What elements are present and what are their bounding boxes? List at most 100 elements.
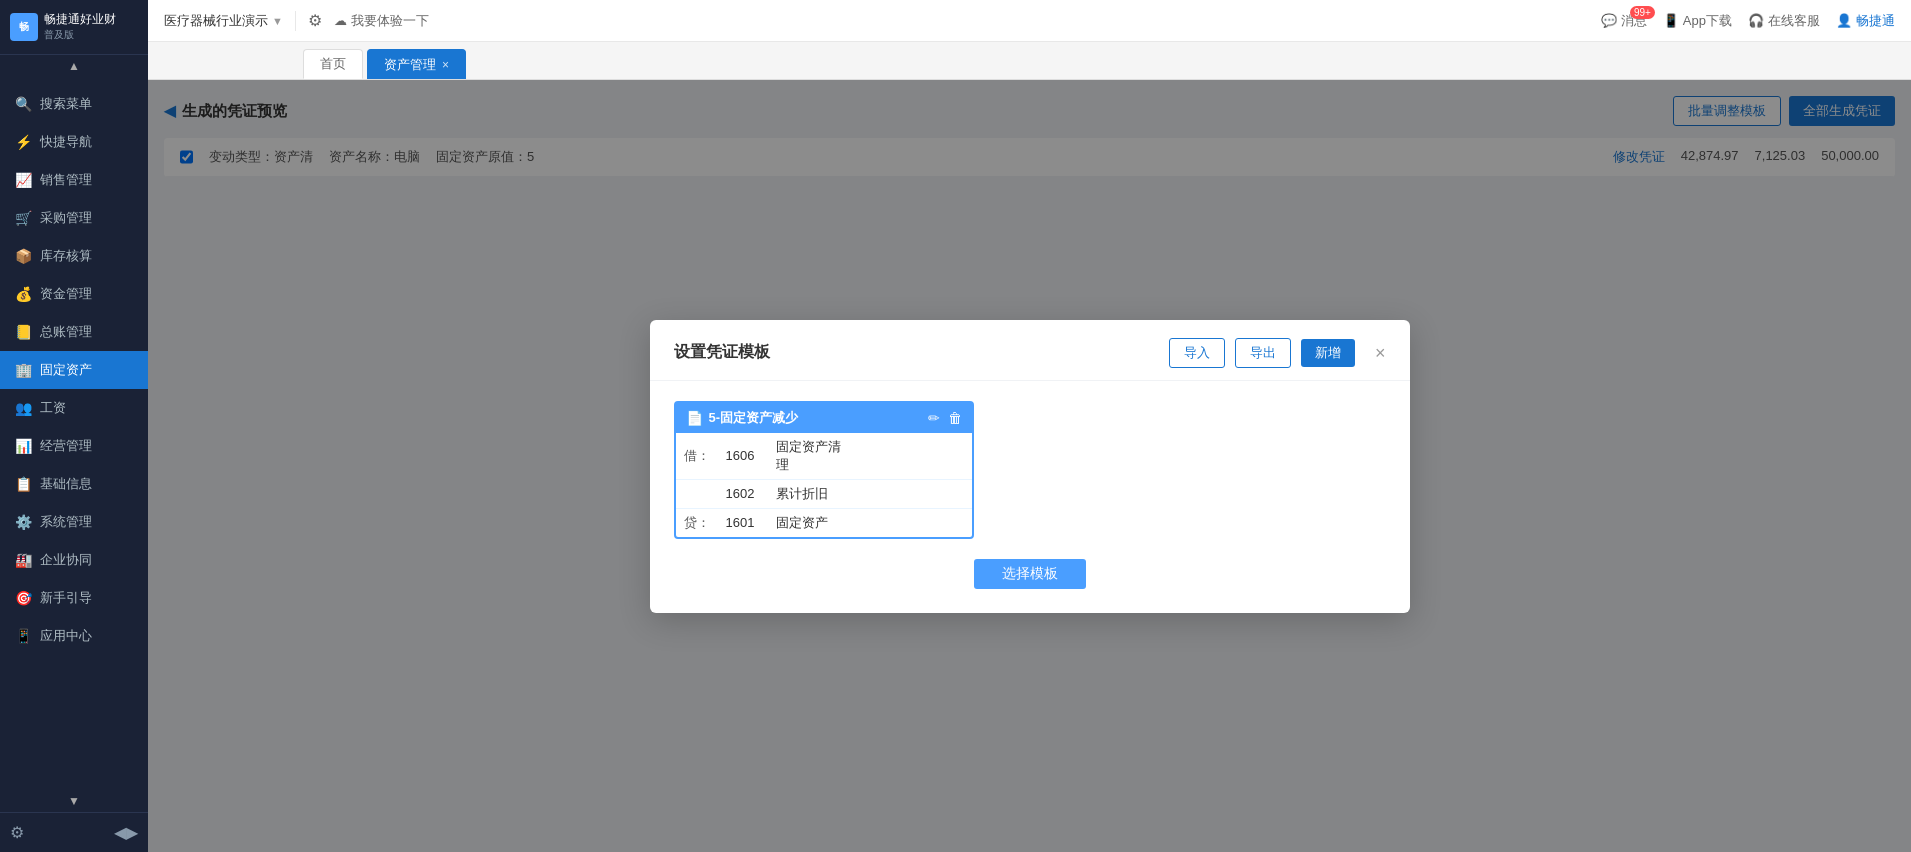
topbar-divider (295, 11, 296, 31)
select-template-btn[interactable]: 选择模板 (974, 559, 1086, 589)
main-area: 医疗器械行业演示 ▼ ⚙ ☁ 我要体验一下 💬 消息 99+ 📱 App下载 (148, 0, 1911, 852)
sidebar-item-sys-mgmt[interactable]: ⚙️ 系统管理 (0, 503, 148, 541)
sidebar-item-enterprise[interactable]: 🏭 企业协同 (0, 541, 148, 579)
template-card: 📄 5-固定资产减少 ✏ 🗑 借： 1606 固定资产清理 (674, 401, 974, 539)
template-entry-row: 1602 累计折旧 (676, 479, 972, 508)
topbar-app-download[interactable]: 📱 App下载 (1663, 12, 1732, 30)
nav-label-sys-mgmt: 系统管理 (40, 513, 92, 531)
sidebar-item-inventory[interactable]: 📦 库存核算 (0, 237, 148, 275)
template-entries-table: 借： 1606 固定资产清理 1602 累计折旧 贷： 1601 固定资产 (676, 433, 972, 537)
sidebar-header: 畅 畅捷通好业财 普及版 (0, 0, 148, 55)
entry-code: 1601 (718, 508, 768, 537)
sidebar-item-app-center[interactable]: 📱 应用中心 (0, 617, 148, 655)
nav-icon-app-center: 📱 (14, 627, 32, 645)
nav-icon-operations: 📊 (14, 437, 32, 455)
nav-icon-sales: 📈 (14, 171, 32, 189)
template-delete-icon[interactable]: 🗑 (948, 410, 962, 426)
modal-close-btn[interactable]: × (1375, 344, 1386, 362)
topbar-support-icon: 🎧 (1748, 13, 1764, 28)
sidebar-item-sales[interactable]: 📈 销售管理 (0, 161, 148, 199)
topbar-messages-icon: 💬 (1601, 13, 1617, 28)
nav-label-payroll: 工资 (40, 399, 66, 417)
tab-close-icon[interactable]: × (442, 58, 449, 72)
template-card-title: 📄 5-固定资产减少 (686, 409, 799, 427)
nav-label-search: 搜索菜单 (40, 95, 92, 113)
topbar-experience[interactable]: ☁ 我要体验一下 (334, 12, 429, 30)
nav-label-operations: 经营管理 (40, 437, 92, 455)
entry-amount2 (912, 508, 972, 537)
nav-label-enterprise: 企业协同 (40, 551, 92, 569)
modal-header-actions: 导入 导出 新增 × (1169, 338, 1386, 368)
sidebar-item-fixed-assets[interactable]: 🏢 固定资产 (0, 351, 148, 389)
sidebar-logo: 畅 (10, 13, 38, 41)
sidebar-item-operations[interactable]: 📊 经营管理 (0, 427, 148, 465)
nav-label-ledger: 总账管理 (40, 323, 92, 341)
entry-amount (852, 479, 912, 508)
tab-home[interactable]: 首页 (303, 49, 363, 79)
sidebar-item-search[interactable]: 🔍 搜索菜单 (0, 85, 148, 123)
modal-dialog: 设置凭证模板 导入 导出 新增 × 📄 (650, 320, 1410, 613)
sidebar-bottom: ⚙ ◀▶ (0, 812, 148, 852)
topbar-company[interactable]: 医疗器械行业演示 ▼ (164, 12, 283, 30)
sidebar: 畅 畅捷通好业财 普及版 ▲ 🔍 搜索菜单 ⚡ 快捷导航 📈 销售管理 🛒 采购… (0, 0, 148, 852)
modal-header: 设置凭证模板 导入 导出 新增 × (650, 320, 1410, 381)
nav-icon-payroll: 👥 (14, 399, 32, 417)
sidebar-item-base-info[interactable]: 📋 基础信息 (0, 465, 148, 503)
template-entry-row: 借： 1606 固定资产清理 (676, 433, 972, 480)
nav-label-guide: 新手引导 (40, 589, 92, 607)
nav-label-app-center: 应用中心 (40, 627, 92, 645)
nav-label-purchase: 采购管理 (40, 209, 92, 227)
export-btn[interactable]: 导出 (1235, 338, 1291, 368)
nav-icon-fund: 💰 (14, 285, 32, 303)
sidebar-settings-icon[interactable]: ⚙ (10, 823, 24, 842)
entry-code: 1602 (718, 479, 768, 508)
sidebar-item-quick-nav[interactable]: ⚡ 快捷导航 (0, 123, 148, 161)
nav-icon-inventory: 📦 (14, 247, 32, 265)
nav-icon-quick-nav: ⚡ (14, 133, 32, 151)
nav-icon-sys-mgmt: ⚙️ (14, 513, 32, 531)
template-card-header: 📄 5-固定资产减少 ✏ 🗑 (676, 403, 972, 433)
sidebar-scroll-up[interactable]: ▲ (0, 55, 148, 77)
new-btn[interactable]: 新增 (1301, 339, 1355, 367)
template-edit-icon[interactable]: ✏ (928, 410, 940, 426)
import-btn[interactable]: 导入 (1169, 338, 1225, 368)
nav-label-inventory: 库存核算 (40, 247, 92, 265)
nav-icon-purchase: 🛒 (14, 209, 32, 227)
sidebar-item-guide[interactable]: 🎯 新手引导 (0, 579, 148, 617)
entry-direction: 贷： (676, 508, 718, 537)
modal-overlay: 设置凭证模板 导入 导出 新增 × 📄 (148, 80, 1911, 852)
topbar-settings-icon[interactable]: ⚙ (308, 11, 322, 30)
nav-label-base-info: 基础信息 (40, 475, 92, 493)
entry-code: 1606 (718, 433, 768, 480)
topbar-user-icon: 👤 (1836, 13, 1852, 28)
topbar-online-support[interactable]: 🎧 在线客服 (1748, 12, 1820, 30)
sidebar-item-fund[interactable]: 💰 资金管理 (0, 275, 148, 313)
nav-label-quick-nav: 快捷导航 (40, 133, 92, 151)
select-btn-container: 选择模板 (674, 559, 1386, 589)
sidebar-item-purchase[interactable]: 🛒 采购管理 (0, 199, 148, 237)
topbar-right: 💬 消息 99+ 📱 App下载 🎧 在线客服 👤 畅捷通 (1601, 12, 1895, 30)
entry-amount (852, 433, 912, 480)
sidebar-collapse-icon[interactable]: ◀▶ (114, 823, 138, 842)
topbar-company-arrow-icon: ▼ (272, 15, 283, 27)
nav-icon-enterprise: 🏭 (14, 551, 32, 569)
nav-icon-base-info: 📋 (14, 475, 32, 493)
entry-amount2 (912, 433, 972, 480)
topbar: 医疗器械行业演示 ▼ ⚙ ☁ 我要体验一下 💬 消息 99+ 📱 App下载 (148, 0, 1911, 42)
sidebar-item-payroll[interactable]: 👥 工资 (0, 389, 148, 427)
nav-label-fixed-assets: 固定资产 (40, 361, 92, 379)
app-title: 畅捷通好业财 (44, 12, 116, 28)
topbar-messages[interactable]: 💬 消息 99+ (1601, 12, 1647, 30)
nav-icon-guide: 🎯 (14, 589, 32, 607)
template-card-actions: ✏ 🗑 (928, 410, 962, 426)
messages-badge: 99+ (1630, 6, 1655, 19)
entry-name: 固定资产清理 (768, 433, 852, 480)
tab-asset-mgmt[interactable]: 资产管理 × (367, 49, 466, 79)
topbar-user[interactable]: 👤 畅捷通 (1836, 12, 1895, 30)
page-content: ◀ 生成的凭证预览 批量调整模板 全部生成凭证 变动类型：资产清 资产名称：电脑… (148, 80, 1911, 852)
entry-amount2 (912, 479, 972, 508)
app-container: 畅 畅捷通好业财 普及版 ▲ 🔍 搜索菜单 ⚡ 快捷导航 📈 销售管理 🛒 采购… (0, 0, 1911, 852)
sidebar-scroll-down[interactable]: ▼ (0, 790, 148, 812)
topbar-app-icon: 📱 (1663, 13, 1679, 28)
sidebar-item-ledger[interactable]: 📒 总账管理 (0, 313, 148, 351)
